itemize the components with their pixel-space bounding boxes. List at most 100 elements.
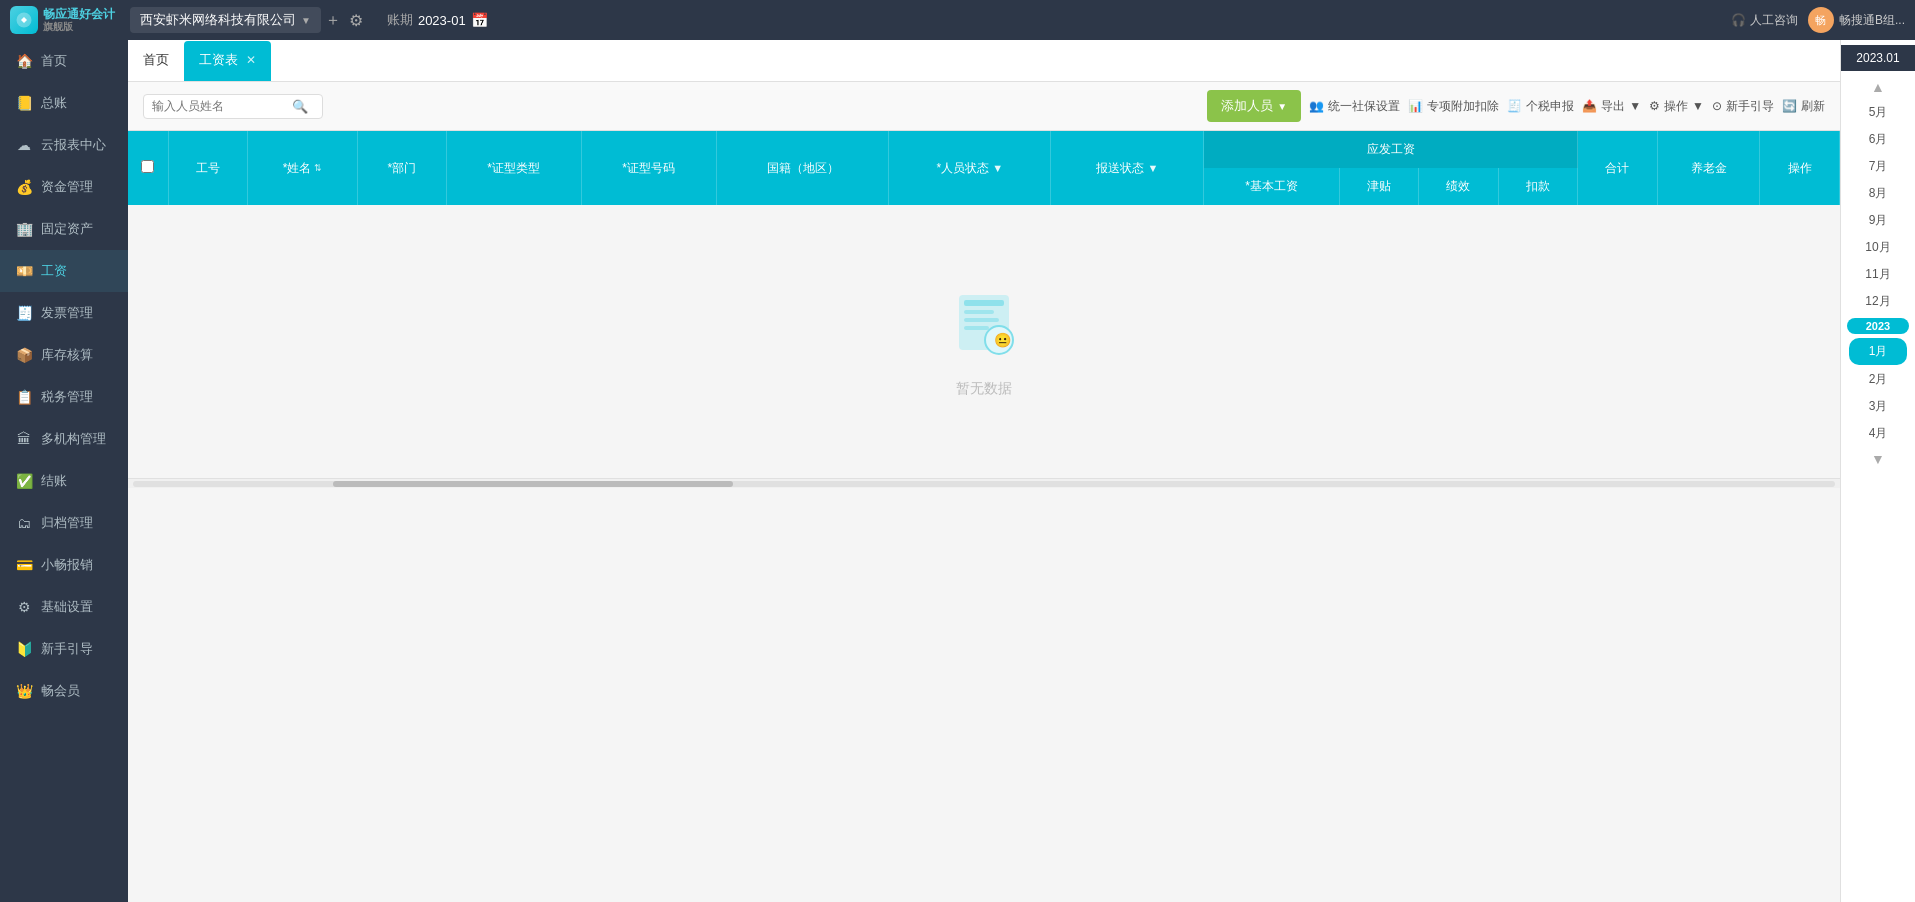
search-input[interactable] [152, 99, 292, 113]
month-item-dec[interactable]: 12月 [1841, 288, 1915, 315]
social-security-label: 统一社保设置 [1328, 98, 1400, 115]
calendar-icon[interactable]: 📅 [471, 12, 488, 28]
th-cert-no: *证型号码 [581, 131, 716, 205]
tax-icon: 🧾 [1507, 99, 1522, 113]
deduction-icon: 📊 [1408, 99, 1423, 113]
guide-action[interactable]: ⊙ 新手引导 [1712, 98, 1774, 115]
sidebar-item-archive[interactable]: 🗂 归档管理 [0, 502, 128, 544]
month-item-aug[interactable]: 8月 [1841, 180, 1915, 207]
add-company-button[interactable]: ＋ [321, 6, 345, 35]
guide-icon2: ⊙ [1712, 99, 1722, 113]
expense-icon: 💳 [15, 557, 33, 573]
account-period: 账期 2023-01 📅 [387, 11, 488, 29]
sidebar-item-closing[interactable]: ✅ 结账 [0, 460, 128, 502]
sidebar-item-label: 固定资产 [41, 220, 93, 238]
month-item-sep[interactable]: 9月 [1841, 207, 1915, 234]
avatar: 畅 [1808, 7, 1834, 33]
th-performance: 绩效 [1419, 168, 1499, 205]
th-nationality: 国籍（地区） [716, 131, 889, 205]
horizontal-scrollbar[interactable] [128, 478, 1840, 488]
user-info[interactable]: 畅 畅搜通B组... [1808, 7, 1905, 33]
scroll-down-icon[interactable]: ▼ [1867, 447, 1889, 471]
tab-salary[interactable]: 工资表 ✕ [184, 41, 271, 81]
company-selector[interactable]: 西安虾米网络科技有限公司 ▼ [130, 7, 321, 33]
tab-home[interactable]: 首页 [128, 41, 184, 81]
sidebar-item-guide[interactable]: 🔰 新手引导 [0, 628, 128, 670]
guide-label: 新手引导 [1726, 98, 1774, 115]
refresh-action[interactable]: 🔄 刷新 [1782, 98, 1825, 115]
sidebar-item-cloud-report[interactable]: ☁ 云报表中心 [0, 124, 128, 166]
sidebar-item-salary[interactable]: 💴 工资 [0, 250, 128, 292]
operate-action[interactable]: ⚙ 操作 ▼ [1649, 98, 1704, 115]
salary-table: 工号 *姓名 ⇅ *部门 *证型类型 *证型号码 国籍（地区） [128, 131, 1840, 205]
export-action[interactable]: 📤 导出 ▼ [1582, 98, 1641, 115]
th-name[interactable]: *姓名 ⇅ [248, 131, 358, 205]
multi-org-icon: 🏛 [15, 431, 33, 447]
month-item-nov[interactable]: 11月 [1841, 261, 1915, 288]
export-icon: 📤 [1582, 99, 1597, 113]
app-edition: 旗舰版 [43, 21, 115, 33]
select-all-checkbox[interactable] [141, 160, 154, 173]
cloud-icon: ☁ [15, 137, 33, 153]
sidebar-item-multi-org[interactable]: 🏛 多机构管理 [0, 418, 128, 460]
sidebar-item-assets[interactable]: 🏢 固定资产 [0, 208, 128, 250]
svg-rect-5 [964, 326, 989, 330]
search-box[interactable]: 🔍 [143, 94, 323, 119]
sidebar-item-label: 基础设置 [41, 598, 93, 616]
close-icon[interactable]: ✕ [246, 53, 256, 67]
deduction-action[interactable]: 📊 专项附加扣除 [1408, 98, 1499, 115]
logo-icon [10, 6, 38, 34]
sidebar-item-home[interactable]: 🏠 首页 [0, 40, 128, 82]
month-item-apr[interactable]: 4月 [1841, 420, 1915, 447]
sidebar-item-settings[interactable]: ⚙ 基础设置 [0, 586, 128, 628]
th-report-status[interactable]: 报送状态 ▼ [1051, 131, 1204, 205]
month-item-jul[interactable]: 7月 [1841, 153, 1915, 180]
th-status[interactable]: *人员状态 ▼ [889, 131, 1051, 205]
search-icon: 🔍 [292, 99, 308, 114]
settings-button[interactable]: ⚙ [345, 7, 367, 34]
th-emp-no: 工号 [168, 131, 248, 205]
empty-icon: 😐 [944, 285, 1024, 365]
closing-icon: ✅ [15, 473, 33, 489]
sidebar-item-ledger[interactable]: 📒 总账 [0, 82, 128, 124]
archive-icon: 🗂 [15, 515, 33, 531]
operate-icon: ⚙ [1649, 99, 1660, 113]
scrollbar-thumb[interactable] [333, 481, 733, 487]
company-name: 西安虾米网络科技有限公司 [140, 11, 296, 29]
sidebar-item-expense[interactable]: 💳 小畅报销 [0, 544, 128, 586]
sidebar-item-label: 结账 [41, 472, 67, 490]
empty-state: 😐 暂无数据 [128, 205, 1840, 478]
app-logo: 畅应通好会计 旗舰版 [10, 6, 115, 34]
sidebar-item-label: 税务管理 [41, 388, 93, 406]
service-button[interactable]: 🎧 人工咨询 [1731, 12, 1798, 29]
headset-icon: 🎧 [1731, 13, 1746, 27]
scrollbar-track [133, 481, 1835, 487]
refresh-icon: 🔄 [1782, 99, 1797, 113]
social-security-action[interactable]: 👥 统一社保设置 [1309, 98, 1400, 115]
month-item-jun[interactable]: 6月 [1841, 126, 1915, 153]
month-item-jan-active[interactable]: 1月 [1849, 338, 1907, 365]
period-label: 账期 [387, 11, 413, 29]
sidebar-item-fund[interactable]: 💰 资金管理 [0, 166, 128, 208]
th-cert-type: *证型类型 [446, 131, 581, 205]
sidebar-item-invoice[interactable]: 🧾 发票管理 [0, 292, 128, 334]
svg-rect-2 [964, 300, 1004, 306]
settings-icon: ⚙ [15, 599, 33, 615]
add-btn-label: 添加人员 [1221, 97, 1273, 115]
month-item-mar[interactable]: 3月 [1841, 393, 1915, 420]
sidebar-item-member[interactable]: 👑 畅会员 [0, 670, 128, 712]
tax-icon: 📋 [15, 389, 33, 405]
tax-filing-action[interactable]: 🧾 个税申报 [1507, 98, 1574, 115]
sidebar-item-label: 发票管理 [41, 304, 93, 322]
chevron-down-icon: ▼ [301, 15, 311, 26]
month-item-oct[interactable]: 10月 [1841, 234, 1915, 261]
add-employee-button[interactable]: 添加人员 ▼ [1207, 90, 1301, 122]
month-item-may[interactable]: 5月 [1841, 99, 1915, 126]
th-checkbox[interactable] [128, 131, 168, 205]
th-total: 合计 [1578, 131, 1658, 205]
scroll-up-icon[interactable]: ▲ [1867, 75, 1889, 99]
sidebar-item-tax[interactable]: 📋 税务管理 [0, 376, 128, 418]
sidebar-item-inventory[interactable]: 📦 库存核算 [0, 334, 128, 376]
ledger-icon: 📒 [15, 95, 33, 111]
month-item-feb[interactable]: 2月 [1841, 366, 1915, 393]
